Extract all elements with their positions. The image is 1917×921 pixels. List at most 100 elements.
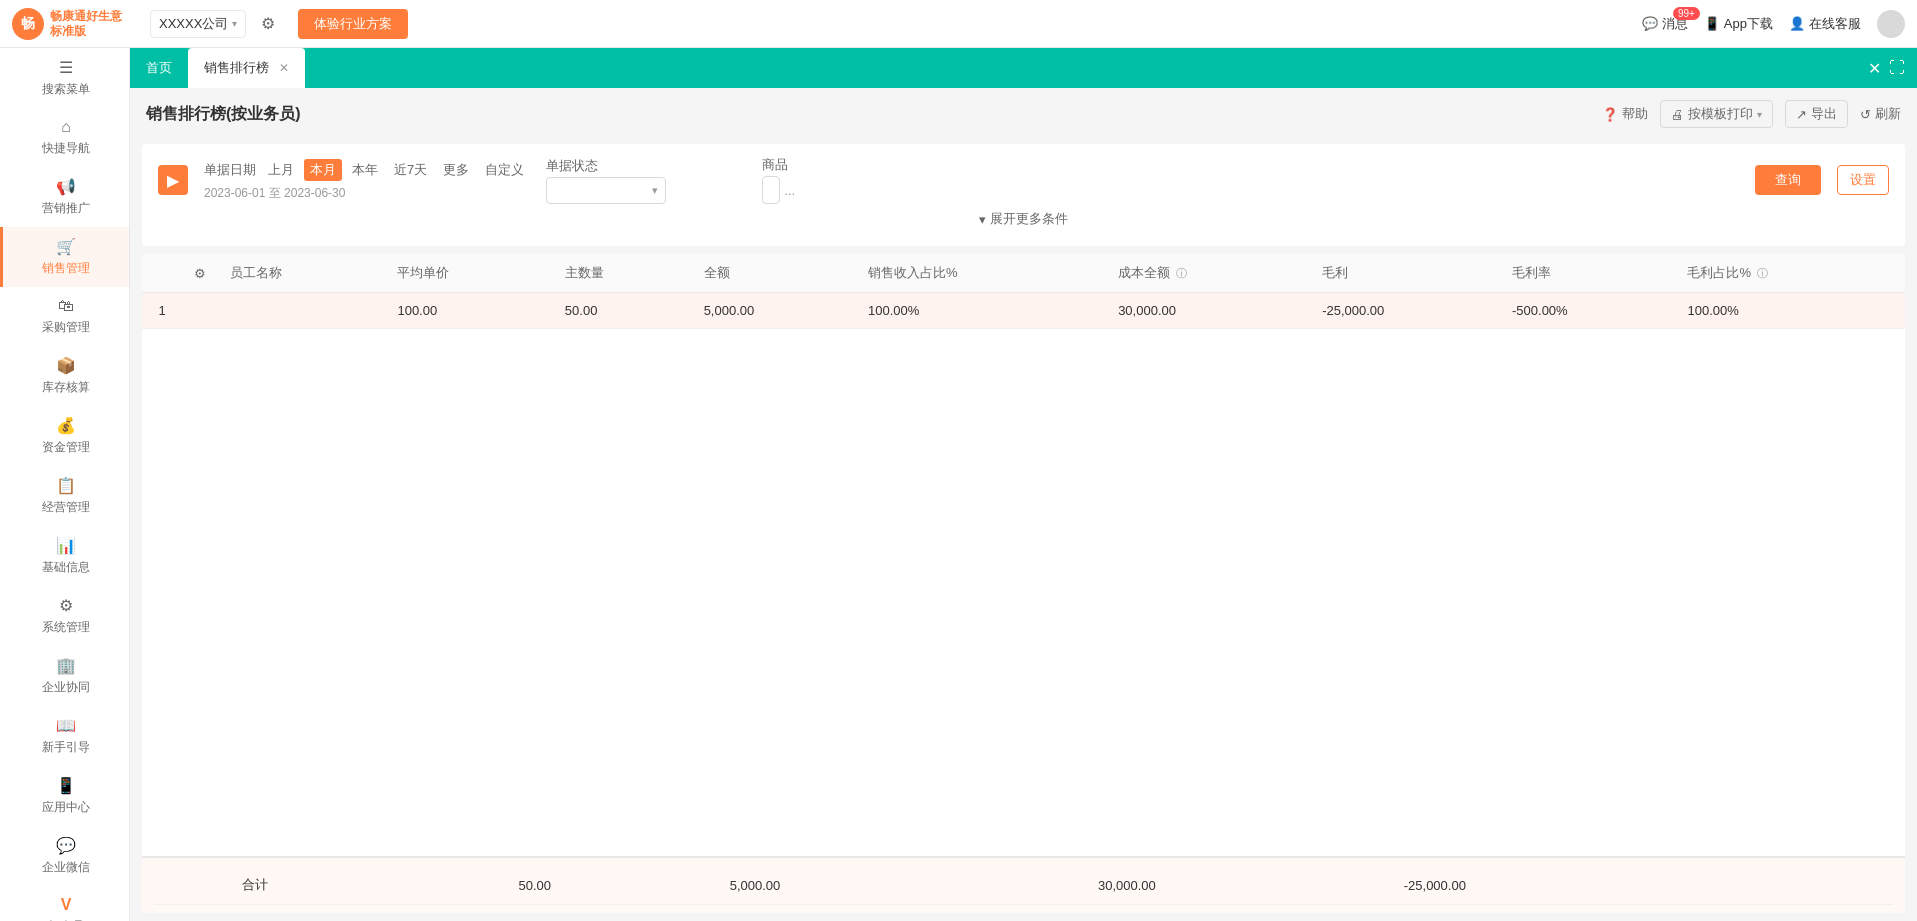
status-filter: 单据状态 [546,157,746,204]
filter-settings-button[interactable]: 设置 [1837,165,1889,195]
app-label: App下载 [1724,15,1773,33]
sidebar-item-sales[interactable]: 🛒 销售管理 [0,227,129,287]
footer-gross-pct-cell [1803,866,1893,905]
col-settings[interactable]: ⚙ [182,254,218,293]
app-icon: 📱 [1704,16,1720,31]
date-option-custom[interactable]: 自定义 [479,159,530,181]
date-option-last-month[interactable]: 上月 [262,159,300,181]
operation-icon: 📋 [56,476,76,495]
sidebar-item-guide[interactable]: 📖 新手引导 [0,706,129,766]
enterprise-icon: 🏢 [56,656,76,675]
print-icon: 🖨 [1671,107,1684,122]
help-button[interactable]: ❓ 帮助 [1602,105,1648,123]
logo-area: 畅 畅康通好生意 标准版 [12,8,122,40]
message-badge: 99+ [1673,7,1700,20]
table-wrap[interactable]: ⚙ 员工名称 平均单价 主数量 全额 销售收入占比% 成本全额 ⓘ 毛利 毛利率 [142,254,1905,856]
sidebar-item-enterprise[interactable]: 🏢 企业协同 [0,646,129,706]
sidebar-item-quick-nav[interactable]: ⌂ 快捷导航 [0,108,129,167]
search-button[interactable]: 查询 [1755,165,1821,195]
sidebar-item-system[interactable]: ⚙ 系统管理 [0,586,129,646]
message-button[interactable]: 💬 消息 99+ [1642,15,1688,33]
tab-home[interactable]: 首页 [130,48,188,88]
sidebar-item-operation[interactable]: 📋 经营管理 [0,466,129,526]
footer-cost-total-cell: 30,000.00 [1086,866,1392,905]
cell-gross-pct: 100.00% [1675,293,1905,329]
message-icon: 💬 [1642,16,1658,31]
sidebar-item-inventory[interactable]: 📦 库存核算 [0,346,129,406]
online-service-button[interactable]: 👤 在线客服 [1789,15,1861,33]
company-selector[interactable]: XXXXX公司 ▾ [150,10,246,38]
cost-info-icon[interactable]: ⓘ [1176,267,1187,279]
cell-sales-pct: 100.00% [856,293,1106,329]
sidebar-item-label: 系统管理 [42,619,90,636]
tab-home-label: 首页 [146,59,172,77]
cell-avg-price: 100.00 [385,293,552,329]
sidebar-item-label: 应用中心 [42,799,90,816]
sidebar-item-label: 采购管理 [42,319,90,336]
footer-row: 合计 50.00 5,000.00 30,000.00 -25,000.00 [154,866,1893,905]
top-bar-left: 畅 畅康通好生意 标准版 XXXXX公司 ▾ ⚙ 体验行业方案 [12,8,408,40]
refresh-label: 刷新 [1875,105,1901,123]
sidebar: ☰ 搜索菜单 ⌂ 快捷导航 📢 营销推广 🛒 销售管理 🛍 采购管理 📦 库 [0,48,130,921]
sidebar-item-label: 营销推广 [42,200,90,217]
refresh-icon: ↺ [1860,107,1871,122]
sidebar-item-basic-info[interactable]: 📊 基础信息 [0,526,129,586]
tab-close-all-icon[interactable]: ✕ [1868,59,1881,78]
cell-gross-profit: -25,000.00 [1310,293,1500,329]
col-sales-pct: 销售收入占比% [856,254,1106,293]
topbar-settings-button[interactable]: ⚙ [254,10,282,38]
app-center-icon: 📱 [56,776,76,795]
table-card: ⚙ 员工名称 平均单价 主数量 全额 销售收入占比% 成本全额 ⓘ 毛利 毛利率 [142,254,1905,913]
page-title: 销售排行榜(按业务员) [146,104,301,125]
sidebar-item-label: 搜索菜单 [42,81,90,98]
footer-settings-cell [194,866,230,905]
col-name: 员工名称 [218,254,385,293]
service-icon: 👤 [1789,16,1805,31]
expand-more-button[interactable]: ▾ 展开更多条件 [979,210,1068,228]
tab-bar: 首页 销售排行榜 ✕ ✕ ⛶ [130,48,1917,88]
tab-close-icon[interactable]: ✕ [279,61,289,75]
print-dropdown-arrow: ▾ [1757,109,1762,120]
sidebar-item-app-center[interactable]: 📱 应用中心 [0,766,129,826]
app-download-button[interactable]: 📱 App下载 [1704,15,1773,33]
sidebar-item-finance[interactable]: 💰 资金管理 [0,406,129,466]
tab-sales-ranking-label: 销售排行榜 [204,59,269,77]
date-option-this-month[interactable]: 本月 [304,159,342,181]
refresh-button[interactable]: ↺ 刷新 [1860,105,1901,123]
sidebar-item-wechat[interactable]: 💬 企业微信 [0,826,129,886]
date-option-7days[interactable]: 近7天 [388,159,433,181]
footer-sales-pct-cell [996,866,1086,905]
sales-icon: 🛒 [56,237,76,256]
status-select[interactable] [546,177,666,204]
guide-icon: 📖 [56,716,76,735]
filter-row: ▶ 单据日期 上月 本月 本年 近7天 更多 [158,156,1889,204]
filter-expand-toggle[interactable]: ▶ [158,165,188,195]
date-option-more[interactable]: 更多 [437,159,475,181]
sidebar-item-search[interactable]: ☰ 搜索菜单 [0,48,129,108]
user-avatar[interactable] [1877,10,1905,38]
print-button[interactable]: 🖨 按模板打印 ▾ [1660,100,1773,128]
footer-gross-profit-cell: -25,000.00 [1392,866,1714,905]
goods-dots-button[interactable]: ... [784,183,795,198]
tab-fullscreen-icon[interactable]: ⛶ [1889,59,1905,77]
trial-button[interactable]: 体验行业方案 [298,9,408,39]
footer-total-cell: 5,000.00 [718,866,997,905]
vip-icon: V [61,896,72,914]
purchase-icon: 🛍 [58,297,74,315]
goods-input[interactable] [762,176,780,204]
sidebar-item-purchase[interactable]: 🛍 采购管理 [0,287,129,346]
export-button[interactable]: ↗ 导出 [1785,100,1848,128]
data-table: ⚙ 员工名称 平均单价 主数量 全额 销售收入占比% 成本全额 ⓘ 毛利 毛利率 [142,254,1905,329]
top-bar: 畅 畅康通好生意 标准版 XXXXX公司 ▾ ⚙ 体验行业方案 💬 消息 99+… [0,0,1917,48]
basic-info-icon: 📊 [56,536,76,555]
export-icon: ↗ [1796,107,1807,122]
sidebar-item-vip[interactable]: V 畅会员 [0,886,129,921]
finance-icon: 💰 [56,416,76,435]
tab-sales-ranking[interactable]: 销售排行榜 ✕ [188,48,305,88]
date-option-this-year[interactable]: 本年 [346,159,384,181]
logo-icon: 畅 [12,8,44,40]
gross-pct-info-icon[interactable]: ⓘ [1757,267,1768,279]
main-area: ☰ 搜索菜单 ⌂ 快捷导航 📢 营销推广 🛒 销售管理 🛍 采购管理 📦 库 [0,48,1917,921]
filter-card: ▶ 单据日期 上月 本月 本年 近7天 更多 [142,144,1905,246]
sidebar-item-marketing[interactable]: 📢 营销推广 [0,167,129,227]
